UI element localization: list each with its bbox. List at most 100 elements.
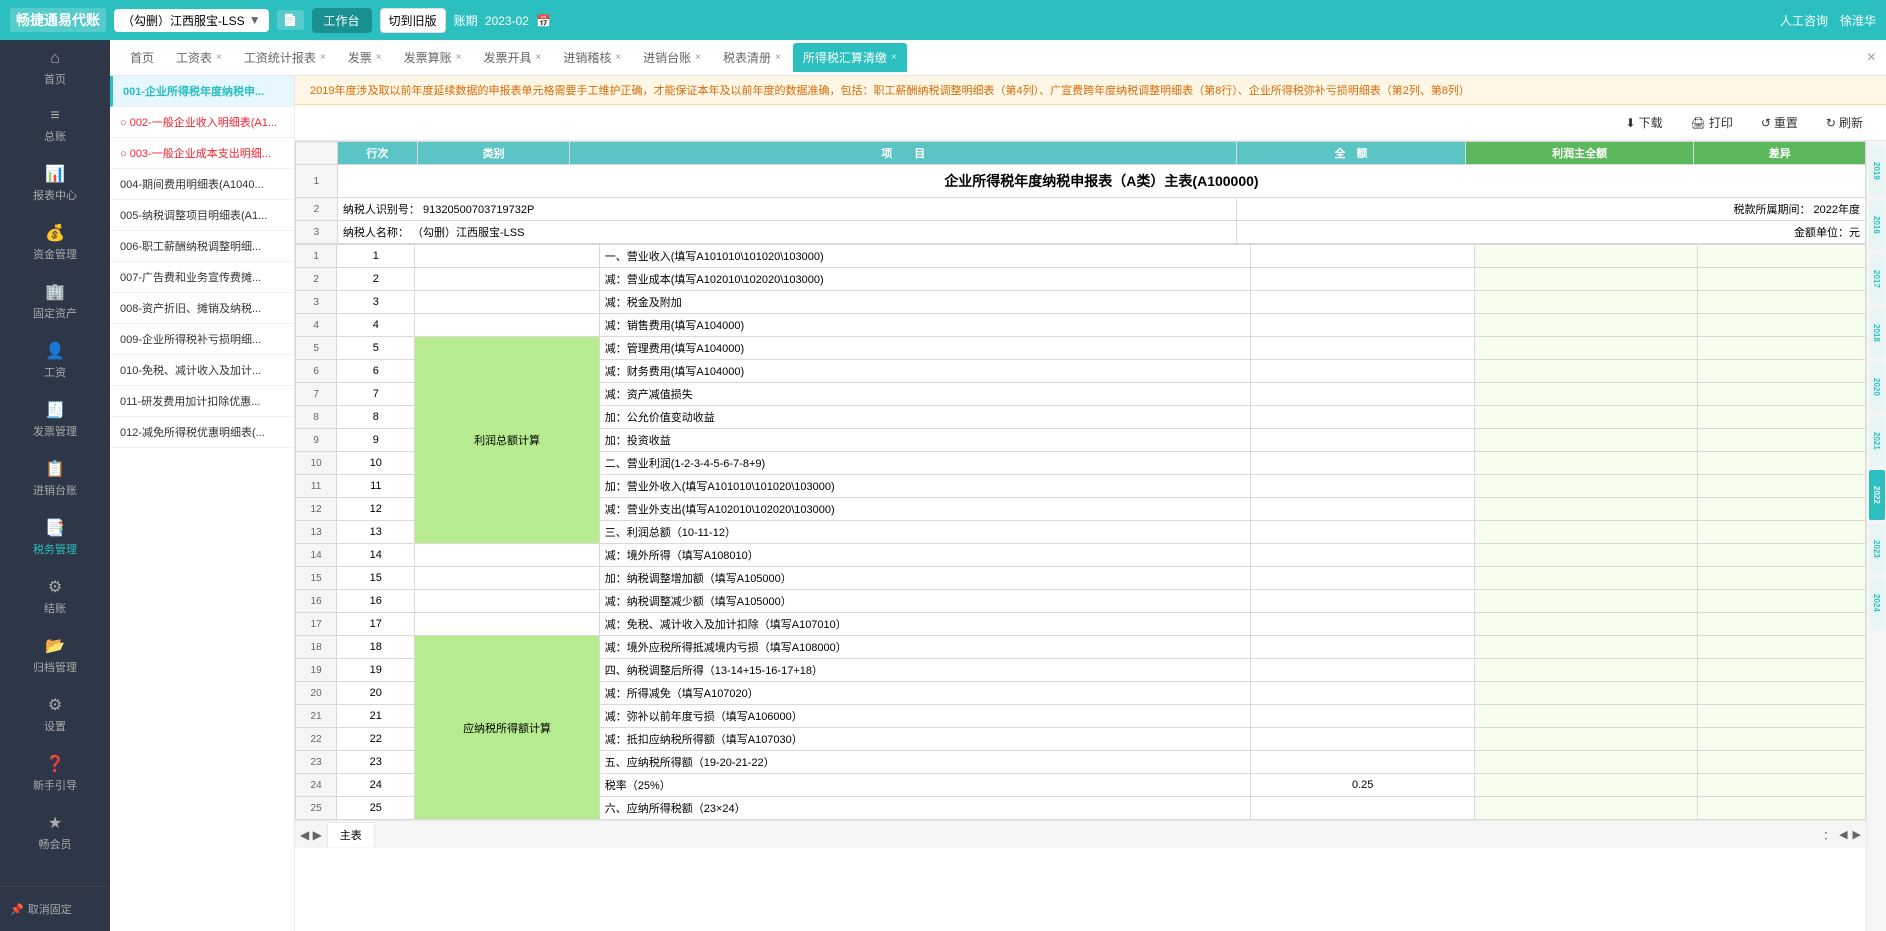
download-button[interactable]: ⬇ 下载 (1618, 111, 1671, 134)
sidebar-item-funds[interactable]: 💰 资金管理 (0, 213, 110, 272)
form-list-item-007[interactable]: 007-广告费和业务宣传费摊... (110, 262, 294, 293)
reports-icon: 📊 (45, 164, 65, 184)
close-income-tax-tab[interactable]: × (891, 52, 897, 63)
sidebar-item-ledger[interactable]: ≡ 总账 (0, 97, 110, 154)
sidebar-item-reports[interactable]: 📊 报表中心 (0, 154, 110, 213)
document-icon[interactable]: 📄 (277, 10, 304, 30)
table-title: 企业所得税年度纳税申报表（A类）主表(A100000) (337, 165, 1865, 198)
form-list-item-005[interactable]: 005-纳税调整项目明细表(A1... (110, 200, 294, 231)
form-list-item-004[interactable]: 004-期间费用明细表(A1040... (110, 169, 294, 200)
year-2023[interactable]: 2023 (1869, 524, 1885, 574)
sidebar-item-invoice[interactable]: 🧾 发票管理 (0, 390, 110, 449)
sidebar-item-close[interactable]: ⚙ 结账 (0, 567, 110, 626)
col-header-e: 利润主全额 (1465, 142, 1694, 165)
refresh-icon: ↻ (1826, 116, 1836, 130)
tab-home[interactable]: 首页 (120, 43, 164, 72)
tab-salary-stats[interactable]: 工资统计报表 × (234, 43, 336, 72)
form-list-item-002[interactable]: ○ 002-一般企业收入明细表(A1... (110, 107, 294, 138)
form-list-item-009[interactable]: 009-企业所得税补亏损明细... (110, 324, 294, 355)
table-row: 44减：销售费用(填写A104000) (296, 314, 1866, 337)
sidebar-item-assets[interactable]: 🏢 固定资产 (0, 272, 110, 331)
sidebar-item-guide[interactable]: ❓ 新手引导 (0, 744, 110, 803)
sales-icon: 📋 (45, 459, 65, 479)
form-list-item-012[interactable]: 012-减免所得税优惠明细表(... (110, 417, 294, 448)
tab-purchase-ledger[interactable]: 进销台账 × (633, 43, 711, 72)
sidebar-item-archive[interactable]: 📂 归档管理 (0, 626, 110, 685)
tab-purchase-check[interactable]: 进销稽核 × (553, 43, 631, 72)
year-2020[interactable]: 2020 (1869, 362, 1885, 412)
col-header-rownum (296, 142, 338, 165)
app-logo: 畅捷通易代账 (10, 8, 106, 32)
close-purchase-ledger-tab[interactable]: × (695, 52, 701, 63)
archive-icon: 📂 (45, 636, 65, 656)
refresh-button[interactable]: ↻ 刷新 (1818, 111, 1871, 134)
close-invoice-calc-tab[interactable]: × (456, 52, 462, 63)
print-button[interactable]: 🖨 打印 (1683, 111, 1741, 134)
sidebar-item-sales[interactable]: 📋 进销台账 (0, 449, 110, 508)
table-row: 55利润总额计算减：管理费用(填写A104000) (296, 337, 1866, 360)
form-list-item-010[interactable]: 010-免税、减计收入及加计... (110, 355, 294, 386)
settings-icon: ⚙ (48, 695, 62, 715)
close-all-tabs[interactable]: × (1867, 49, 1876, 67)
sidebar-item-member[interactable]: ★ 畅会员 (0, 803, 110, 862)
sheet-nav-arrows[interactable]: ◀ ▶ (300, 828, 322, 842)
form-list-item-001[interactable]: 001-企业所得税年度纳税申... (110, 76, 294, 107)
print-icon: 🖨 (1691, 116, 1706, 130)
spreadsheet-main: 行次 类别 项 目 全 额 利润主全额 差异 (295, 141, 1866, 931)
sidebar-item-settings[interactable]: ⚙ 设置 (0, 685, 110, 744)
year-2022[interactable]: 2022 (1869, 470, 1885, 520)
close-salary-stats-tab[interactable]: × (320, 52, 326, 63)
form-list-item-011[interactable]: 011-研发费用加计扣除优惠... (110, 386, 294, 417)
right-year-sidebar: 2019 2016 2017 2018 2020 2021 2022 2023 … (1866, 141, 1886, 931)
switch-version-button[interactable]: 切到旧版 (380, 8, 446, 33)
company-selector[interactable]: （勾删）江西服宝-LSS ▼ (114, 9, 269, 32)
reset-button[interactable]: ↺ 重置 (1753, 111, 1806, 134)
taxpayer-id-cell: 纳税人识别号： 91320500703719732P (337, 198, 1236, 221)
sidebar-item-home[interactable]: ⌂ 首页 (0, 40, 110, 97)
work-tab-button[interactable]: 工作台 (312, 8, 372, 33)
info-row-3: 3 纳税人名称： （勾删）江西服宝-LSS 金额单位：元 (296, 221, 1866, 244)
form-list-item-003[interactable]: ○ 003-一般企业成本支出明细... (110, 138, 294, 169)
guide-icon: ❓ (45, 754, 65, 774)
form-list-item-006[interactable]: 006-职工薪酬纳税调整明细... (110, 231, 294, 262)
tab-invoice-issue[interactable]: 发票开具 × (473, 43, 551, 72)
form-list-panel: 001-企业所得税年度纳税申... ○ 002-一般企业收入明细表(A1... … (110, 76, 295, 931)
year-2017[interactable]: 2017 (1869, 254, 1885, 304)
pin-icon: 📌 (10, 903, 24, 916)
year-2018[interactable]: 2018 (1869, 308, 1885, 358)
title-row: 1 企业所得税年度纳税申报表（A类）主表(A100000) (296, 165, 1866, 198)
tab-salary[interactable]: 工资表 × (166, 43, 232, 72)
sidebar-item-salary[interactable]: 👤 工资 (0, 331, 110, 390)
user-service[interactable]: 人工咨询 (1780, 12, 1828, 29)
close-invoice-issue-tab[interactable]: × (535, 52, 541, 63)
table-row: 1414减：境外所得（填写A108010） (296, 544, 1866, 567)
toolbar: ⬇ 下载 🖨 打印 ↺ 重置 ↻ 刷新 (295, 105, 1886, 141)
sidebar-bottom: 📌 取消固定 (0, 886, 110, 931)
sheet-tab-main[interactable]: 主表 (327, 822, 375, 847)
tab-income-tax[interactable]: 所得税汇算清缴 × (793, 43, 907, 72)
close-invoice-tab[interactable]: × (376, 52, 382, 63)
form-list-item-008[interactable]: 008-资产折旧、摊销及纳税... (110, 293, 294, 324)
tab-invoice[interactable]: 发票 × (338, 43, 392, 72)
sidebar-item-tax[interactable]: 📑 税务管理 (0, 508, 110, 567)
download-icon: ⬇ (1626, 116, 1636, 130)
invoice-icon: 🧾 (45, 400, 65, 420)
close-purchase-check-tab[interactable]: × (615, 52, 621, 63)
salary-icon: 👤 (45, 341, 65, 361)
table-row: 1818应纳税所得额计算减：境外应税所得抵减境内亏损（填写A108000） (296, 636, 1866, 659)
year-2016[interactable]: 2016 (1869, 200, 1885, 250)
year-2021[interactable]: 2021 (1869, 416, 1885, 466)
col-header-c: 项 目 (570, 142, 1237, 165)
close-salary-tab[interactable]: × (216, 52, 222, 63)
year-2024[interactable]: 2024 (1869, 578, 1885, 628)
info-row-2: 2 纳税人识别号： 91320500703719732P 税款所属期间： 202… (296, 198, 1866, 221)
taxpayer-name-cell: 纳税人名称： （勾删）江西服宝-LSS (337, 221, 1236, 244)
close-tax-list-tab[interactable]: × (775, 52, 781, 63)
tab-tax-list[interactable]: 税表清册 × (713, 43, 791, 72)
year-2019[interactable]: 2019 (1869, 146, 1885, 196)
period-label: 账期 2023-02 📅 (454, 12, 552, 29)
unpin-button[interactable]: 📌 取消固定 (0, 895, 110, 923)
col-header-f: 差异 (1694, 142, 1866, 165)
tab-invoice-calc[interactable]: 发票算账 × (394, 43, 472, 72)
top-bar-right: 人工咨询 徐淮华 (1780, 12, 1876, 29)
